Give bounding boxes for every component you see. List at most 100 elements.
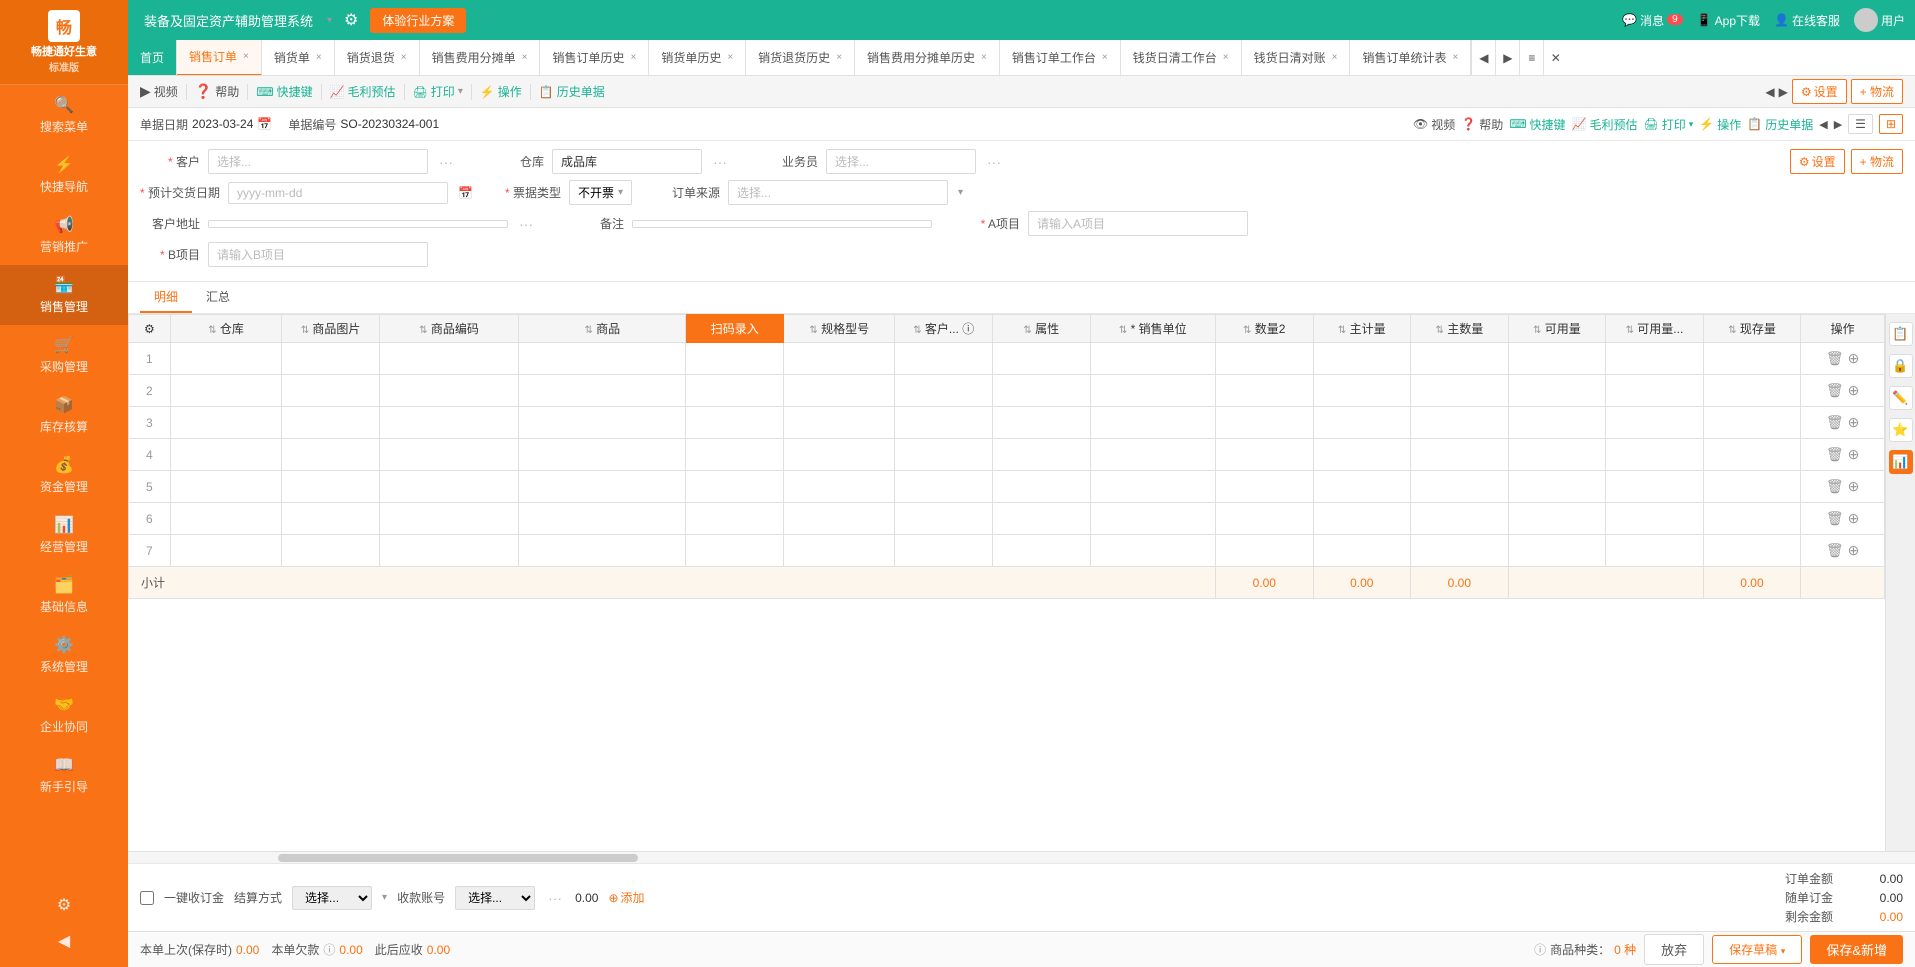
note-input[interactable]: [632, 220, 932, 228]
row1-available2[interactable]: [1606, 343, 1704, 375]
row6-sales-unit[interactable]: [1090, 503, 1215, 535]
row7-product[interactable]: [519, 535, 686, 567]
tab-sales-return[interactable]: 销货退货 ×: [335, 40, 420, 76]
row1-code[interactable]: [379, 343, 518, 375]
row1-barcode[interactable]: [686, 343, 784, 375]
row4-available2[interactable]: [1606, 439, 1704, 471]
row6-stock[interactable]: [1703, 503, 1801, 535]
row3-sales-unit[interactable]: [1090, 407, 1215, 439]
row6-customer-code[interactable]: [895, 503, 993, 535]
row3-image[interactable]: [282, 407, 380, 439]
industry-btn[interactable]: 体验行业方案: [370, 8, 466, 33]
tab-delivery-history[interactable]: 销货单历史 ×: [649, 40, 746, 76]
row7-customer-code[interactable]: [895, 535, 993, 567]
salesperson-input[interactable]: 选择...: [826, 149, 976, 174]
sidebar-item-search[interactable]: 🔍 搜索菜单: [0, 85, 128, 145]
toolbar-print-btn[interactable]: 🖨 打印 ▾: [413, 83, 463, 100]
tab-menu-btn[interactable]: ≡: [1519, 40, 1543, 76]
row7-warehouse[interactable]: [170, 535, 281, 567]
row7-stock[interactable]: [1703, 535, 1801, 567]
row5-main-qty[interactable]: [1411, 471, 1509, 503]
row3-copy-btn[interactable]: ⊕: [1848, 414, 1860, 431]
sidebar-item-guide[interactable]: 📖 新手引导: [0, 745, 128, 805]
topbar-settings-btn[interactable]: ⚙: [340, 8, 362, 32]
row3-warehouse[interactable]: [170, 407, 281, 439]
row1-warehouse[interactable]: [170, 343, 281, 375]
row4-copy-btn[interactable]: ⊕: [1848, 446, 1860, 463]
row3-customer-code[interactable]: [895, 407, 993, 439]
row4-customer-code[interactable]: [895, 439, 993, 471]
tab-summary[interactable]: 汇总: [192, 282, 244, 313]
sidebar-item-purchase[interactable]: 🛒 采购管理: [0, 325, 128, 385]
row4-attribute[interactable]: [993, 439, 1091, 471]
row4-image[interactable]: [282, 439, 380, 471]
row1-sales-unit[interactable]: [1090, 343, 1215, 375]
row6-delete-btn[interactable]: 🗑: [1826, 510, 1844, 527]
row4-code[interactable]: [379, 439, 518, 471]
account-more-btn[interactable]: ···: [545, 890, 565, 906]
th-settings[interactable]: ⚙: [129, 315, 171, 343]
tab-sales-order-history[interactable]: 销售订单历史 ×: [540, 40, 649, 76]
th-available[interactable]: ⇅ 可用量: [1508, 315, 1606, 343]
app-download-btn[interactable]: 📱 App下载: [1697, 12, 1760, 29]
tab-daily-clear-close[interactable]: ×: [1223, 52, 1229, 63]
row7-copy-btn[interactable]: ⊕: [1848, 542, 1860, 559]
doc-history-btn[interactable]: 📋 历史单据: [1747, 114, 1813, 134]
account-select[interactable]: 选择...: [455, 886, 535, 910]
order-source-input[interactable]: 选择...: [728, 180, 948, 205]
row2-product[interactable]: [519, 375, 686, 407]
rp-btn-3[interactable]: ✏️: [1889, 386, 1913, 410]
rp-btn-5[interactable]: 📊: [1889, 450, 1913, 474]
row7-attribute[interactable]: [993, 535, 1091, 567]
sidebar-item-inventory[interactable]: 📦 库存核算: [0, 385, 128, 445]
row1-customer-code[interactable]: [895, 343, 993, 375]
row4-main-qty[interactable]: [1411, 439, 1509, 471]
row1-product[interactable]: [519, 343, 686, 375]
row5-copy-btn[interactable]: ⊕: [1848, 478, 1860, 495]
row5-code[interactable]: [379, 471, 518, 503]
toolbar-shortcut-btn[interactable]: ⌨ 快捷键: [256, 83, 312, 100]
row2-attribute[interactable]: [993, 375, 1091, 407]
row6-available[interactable]: [1508, 503, 1606, 535]
tab-stats[interactable]: 销售订单统计表 ×: [1350, 40, 1471, 76]
row5-barcode[interactable]: [686, 471, 784, 503]
row4-warehouse[interactable]: [170, 439, 281, 471]
list-view-btn[interactable]: ☰: [1848, 114, 1873, 134]
row7-barcode[interactable]: [686, 535, 784, 567]
row2-image[interactable]: [282, 375, 380, 407]
delivery-calendar-icon[interactable]: 📅: [458, 186, 473, 200]
tab-order-workbench-close[interactable]: ×: [1102, 52, 1108, 63]
row5-image[interactable]: [282, 471, 380, 503]
row5-available[interactable]: [1508, 471, 1606, 503]
doc-nav-next-btn[interactable]: ▶: [1834, 114, 1842, 134]
row4-barcode[interactable]: [686, 439, 784, 471]
system-dropdown-arrow[interactable]: ▾: [327, 15, 332, 26]
row1-available[interactable]: [1508, 343, 1606, 375]
row2-barcode[interactable]: [686, 375, 784, 407]
discard-btn[interactable]: 放弃: [1644, 934, 1704, 965]
customer-more-btn[interactable]: ···: [436, 154, 456, 170]
doc-print-btn[interactable]: 🖨 打印 ▾: [1644, 114, 1694, 134]
row7-spec[interactable]: [783, 535, 894, 567]
grid-view-btn[interactable]: ⊞: [1879, 114, 1903, 134]
tab-reconcile[interactable]: 钱货日清对账 ×: [1242, 40, 1351, 76]
toolbar-history-btn[interactable]: 📋 历史单据: [539, 83, 605, 100]
rp-btn-4[interactable]: ⭐: [1889, 418, 1913, 442]
th-main-unit[interactable]: ⇅ 主计量: [1313, 315, 1411, 343]
tab-detail[interactable]: 明细: [140, 282, 192, 313]
one-click-checkbox[interactable]: [140, 891, 154, 905]
toolbar-additem-btn[interactable]: + 物流: [1851, 149, 1903, 174]
row2-qty2[interactable]: [1215, 375, 1313, 407]
tab-prev-btn[interactable]: ◀: [1471, 40, 1495, 76]
tab-reconcile-close[interactable]: ×: [1332, 52, 1338, 63]
row1-image[interactable]: [282, 343, 380, 375]
invoice-type-select[interactable]: 不开票 ▾: [569, 180, 632, 205]
customer-input[interactable]: 选择...: [208, 149, 428, 174]
row5-available2[interactable]: [1606, 471, 1704, 503]
row6-main-qty[interactable]: [1411, 503, 1509, 535]
row6-spec[interactable]: [783, 503, 894, 535]
doc-help-btn[interactable]: ❓ 帮助: [1461, 114, 1503, 134]
sidebar-item-enterprise[interactable]: 🤝 企业协同: [0, 685, 128, 745]
tab-close-all-btn[interactable]: ✕: [1543, 40, 1567, 76]
row2-delete-btn[interactable]: 🗑: [1826, 382, 1844, 399]
